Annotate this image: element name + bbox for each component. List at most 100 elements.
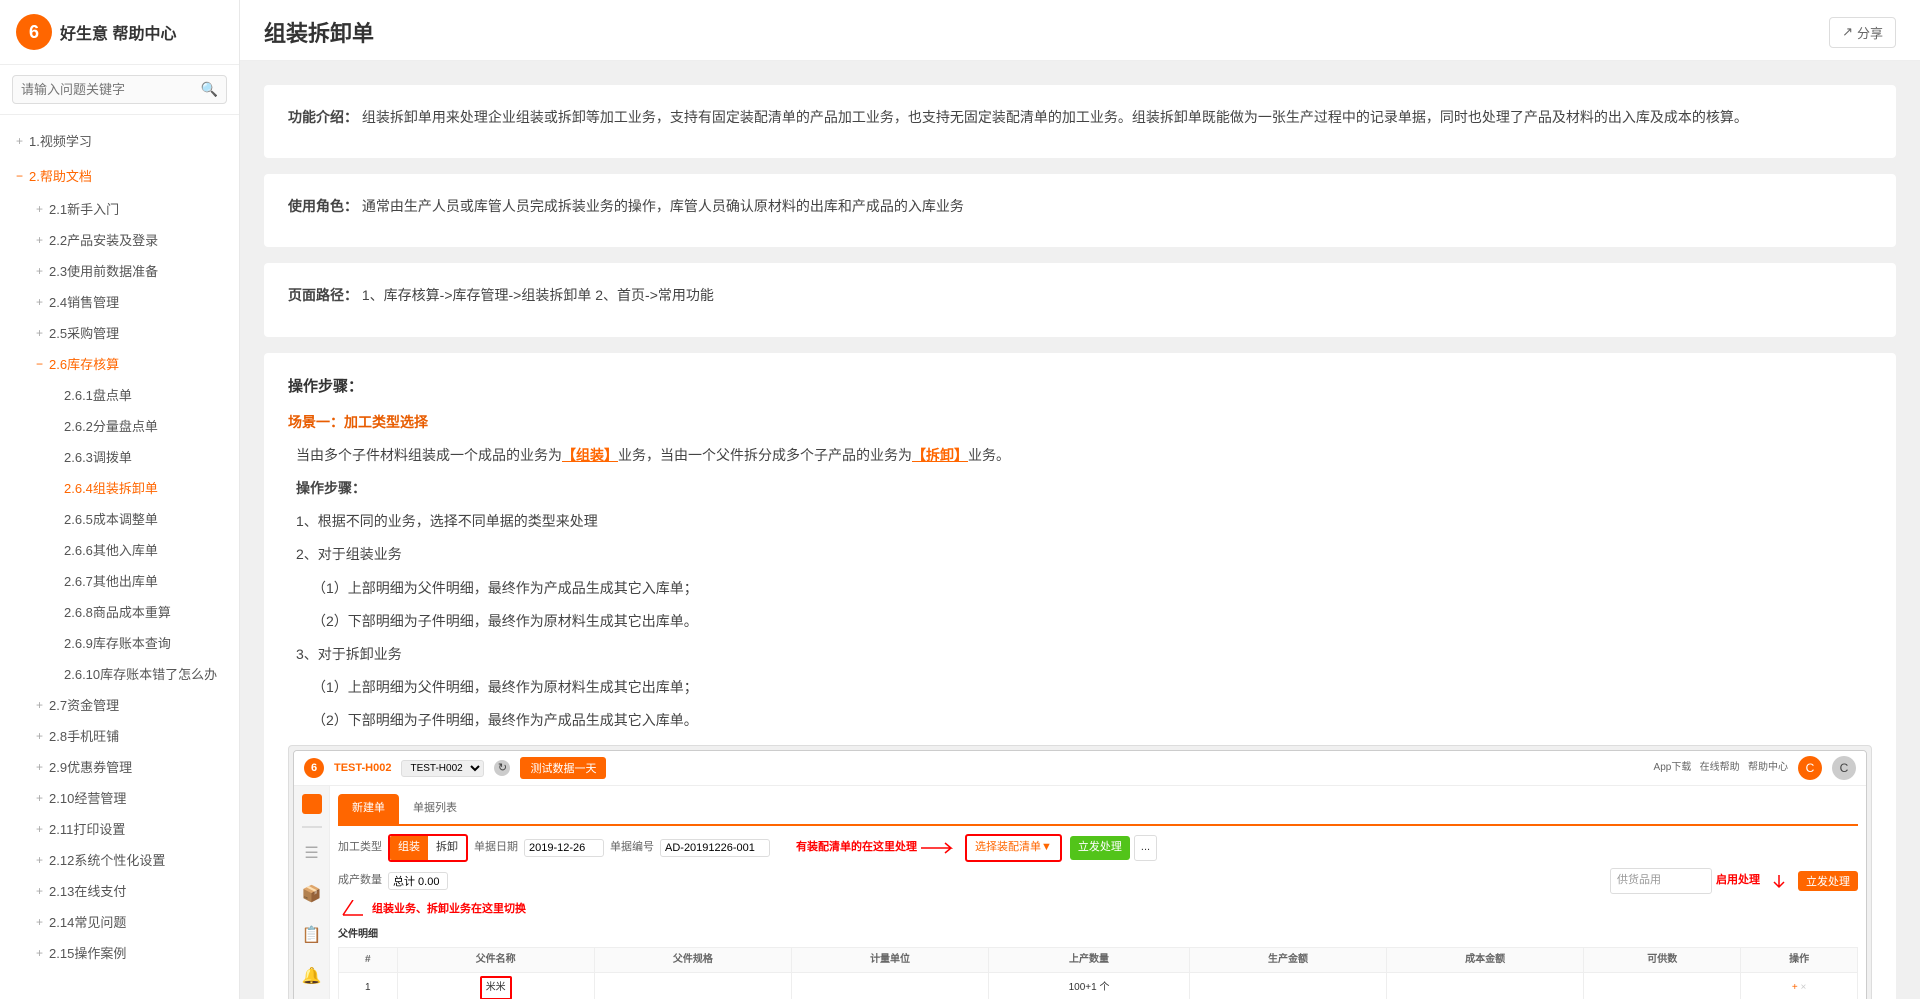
mock-th-available: 可供数 bbox=[1584, 947, 1741, 972]
sidebar-item-2-12[interactable]: + 2.12系统个性化设置 bbox=[28, 844, 239, 875]
mock-date-label: 单据日期 bbox=[474, 838, 518, 858]
mock-th-actions: 操作 bbox=[1741, 947, 1858, 972]
mock-th-num: # bbox=[339, 947, 398, 972]
mock-td-avail-val bbox=[1584, 972, 1741, 999]
step2-2: （2）下部明细为子件明细，最终作为原材料生成其它出库单。 bbox=[288, 609, 1872, 634]
sidebar-item-2-14[interactable]: + 2.14常见问题 bbox=[28, 906, 239, 937]
plus-icon-2-10: + bbox=[36, 791, 43, 805]
mock-tab-new[interactable]: 新建单 bbox=[338, 794, 399, 824]
mock-delete-icon[interactable]: × bbox=[1800, 982, 1806, 993]
plus-icon-2-8: + bbox=[36, 729, 43, 743]
sidebar-item-2-10[interactable]: + 2.10经营管理 bbox=[28, 782, 239, 813]
sidebar-label-2-6-8: 2.6.8商品成本重算 bbox=[64, 602, 171, 621]
app-logo: 6 bbox=[16, 14, 52, 50]
plus-icon-2-12: + bbox=[36, 853, 43, 867]
sidebar-item-2-6-9[interactable]: 2.6.9库存账本查询 bbox=[56, 627, 239, 658]
mock-affirm-btn[interactable]: 立发处理 bbox=[1070, 836, 1130, 860]
nav-area: + 1.视频学习 − 2.帮助文档 + 2.1新手入门 + 2.2产品安装及登录… bbox=[0, 115, 239, 999]
step1: 1、根据不同的业务，选择不同单据的类型来处理 bbox=[288, 509, 1872, 534]
mock-date-input[interactable] bbox=[524, 839, 604, 857]
search-area: 🔍 bbox=[0, 65, 239, 115]
step2-1: （1）上部明细为父件明细，最终作为产成品生成其它入库单； bbox=[288, 576, 1872, 601]
share-button[interactable]: ↗ 分享 bbox=[1829, 17, 1896, 48]
mock-th-qty: 上产数量 bbox=[989, 947, 1190, 972]
sidebar-item-2-9[interactable]: + 2.9优惠券管理 bbox=[28, 751, 239, 782]
mock-form-row1: 加工类型 组装 拆卸 单据日期 单据编号 bbox=[338, 834, 1858, 862]
nav-sub-2-6: 2.6.1盘点单 2.6.2分量盘点单 2.6.3调拨单 2.6.4组装拆卸单 … bbox=[28, 379, 239, 689]
mock-type-assemble[interactable]: 组装 bbox=[390, 836, 428, 860]
sidebar-item-2-11[interactable]: + 2.11打印设置 bbox=[28, 813, 239, 844]
mock-th-parent-name: 父件名称 bbox=[397, 947, 594, 972]
mock-th-prod-amount: 生产金额 bbox=[1189, 947, 1386, 972]
search-input[interactable] bbox=[21, 82, 201, 97]
table-row: 1 米米 100+1 个 bbox=[339, 972, 1858, 999]
mock-add-icon[interactable]: + bbox=[1792, 982, 1798, 993]
plus-icon-2-9: + bbox=[36, 760, 43, 774]
role-text: 使用角色： 通常由生产人员或库管人员完成拆装业务的操作，库管人员确认原材料的出库… bbox=[288, 194, 1872, 219]
sidebar-item-2-13[interactable]: + 2.13在线支付 bbox=[28, 875, 239, 906]
mock-select-assemble-btn[interactable]: 选择装配清单▼ bbox=[965, 834, 1062, 862]
sidebar-item-2-6-3[interactable]: 2.6.3调拨单 bbox=[56, 441, 239, 472]
steps-title: 操作步骤： bbox=[288, 476, 1872, 501]
sidebar-label-2-11: 2.11打印设置 bbox=[49, 819, 125, 838]
operations-title: 操作步骤： bbox=[288, 373, 1872, 400]
path-title-label: 页面路径： bbox=[288, 287, 358, 303]
sidebar-item-2-5[interactable]: + 2.5采购管理 bbox=[28, 317, 239, 348]
mock-company-select[interactable]: TEST-H002 bbox=[401, 760, 484, 777]
main-content: 组装拆卸单 ↗ 分享 功能介绍： 组装拆卸单用来处理企业组装或拆卸等加工业务，支… bbox=[240, 0, 1920, 999]
sidebar-item-2-6-4[interactable]: 2.6.4组装拆卸单 bbox=[56, 472, 239, 503]
sidebar-label-2-4: 2.4销售管理 bbox=[49, 292, 119, 311]
sidebar-item-2-6-7[interactable]: 2.6.7其他出库单 bbox=[56, 565, 239, 596]
sidebar-item-2-6[interactable]: − 2.6库存核算 bbox=[28, 348, 239, 379]
search-box[interactable]: 🔍 bbox=[12, 75, 227, 104]
mock-no-input[interactable] bbox=[660, 839, 770, 857]
sidebar: 6 好生意 帮助中心 🔍 + 1.视频学习 − 2.帮助文档 + 2.1新手入门… bbox=[0, 0, 240, 999]
mock-upper-table: # 父件名称 父件规格 计量单位 上产数量 生产金额 成本金额 可供数 bbox=[338, 947, 1858, 999]
sidebar-item-2-8[interactable]: + 2.8手机旺铺 bbox=[28, 720, 239, 751]
sidebar-item-docs[interactable]: − 2.帮助文档 bbox=[0, 158, 239, 193]
search-icon[interactable]: 🔍 bbox=[201, 81, 218, 98]
plus-icon-2-4: + bbox=[36, 295, 43, 309]
mock-more-btn[interactable]: ... bbox=[1134, 835, 1157, 861]
sidebar-item-2-7[interactable]: + 2.7资金管理 bbox=[28, 689, 239, 720]
mock-tab-list[interactable]: 单据列表 bbox=[399, 794, 471, 824]
sidebar-item-2-1[interactable]: + 2.1新手入门 bbox=[28, 193, 239, 224]
mock-upper-header-row: # 父件名称 父件规格 计量单位 上产数量 生产金额 成本金额 可供数 bbox=[339, 947, 1858, 972]
mock-annotation-assemble: 有装配清单的在这里处理 选择装配清单▼ 立发处理 ... bbox=[796, 834, 1157, 862]
mock-form-header: 加工类型 组装 拆卸 单据日期 单据编号 bbox=[338, 834, 1858, 920]
sidebar-item-2-6-8[interactable]: 2.6.8商品成本重算 bbox=[56, 596, 239, 627]
sidebar-label-2-6-10: 2.6.10库存账本错了怎么办 bbox=[64, 664, 217, 683]
mock-company: TEST-H002 bbox=[334, 759, 391, 779]
mock-upper-thead: # 父件名称 父件规格 计量单位 上产数量 生产金额 成本金额 可供数 bbox=[339, 947, 1858, 972]
path-body: 1、库存核算->库存管理->组装拆卸单 2、首页->常用功能 bbox=[362, 287, 714, 303]
mock-num-label: 成产数量 bbox=[338, 871, 382, 891]
sidebar-item-2-6-2[interactable]: 2.6.2分量盘点单 bbox=[56, 410, 239, 441]
sidebar-item-2-15[interactable]: + 2.15操作案例 bbox=[28, 937, 239, 968]
mock-icon4: 📋 bbox=[302, 922, 322, 951]
intro-card: 功能介绍： 组装拆卸单用来处理企业组装或拆卸等加工业务，支持有固定装配清单的产品… bbox=[264, 85, 1896, 158]
plus-icon-2-7: + bbox=[36, 698, 43, 712]
role-card: 使用角色： 通常由生产人员或库管人员完成拆装业务的操作，库管人员确认原材料的出库… bbox=[264, 174, 1896, 247]
mock-enable-btn[interactable]: 立发处理 bbox=[1798, 871, 1858, 891]
mock-test-data-btn[interactable]: 测试数据一天 bbox=[520, 757, 606, 779]
sidebar-item-2-6-1[interactable]: 2.6.1盘点单 bbox=[56, 379, 239, 410]
mock-type-disassemble[interactable]: 拆卸 bbox=[428, 836, 466, 860]
logo-area: 6 好生意 帮助中心 bbox=[0, 0, 239, 65]
annotation2-arrow bbox=[338, 900, 368, 920]
mock-num-input[interactable] bbox=[388, 872, 448, 890]
sidebar-item-2-6-6[interactable]: 2.6.6其他入库单 bbox=[56, 534, 239, 565]
step2: 2、对于组装业务 bbox=[288, 542, 1872, 567]
sidebar-item-2-6-10[interactable]: 2.6.10库存账本错了怎么办 bbox=[56, 658, 239, 689]
mock-divider bbox=[302, 826, 322, 828]
operations-card: 操作步骤： 场景一：加工类型选择 当由多个子件材料组装成一个成品的业务为【组装】… bbox=[264, 353, 1896, 999]
page-header: 组装拆卸单 ↗ 分享 bbox=[240, 0, 1920, 61]
sidebar-item-2-3[interactable]: + 2.3使用前数据准备 bbox=[28, 255, 239, 286]
sidebar-item-2-6-5[interactable]: 2.6.5成本调整单 bbox=[56, 503, 239, 534]
path-card: 页面路径： 1、库存核算->库存管理->组装拆卸单 2、首页->常用功能 bbox=[264, 263, 1896, 336]
sidebar-label-2-6-2: 2.6.2分量盘点单 bbox=[64, 416, 158, 435]
plus-icon-2-11: + bbox=[36, 822, 43, 836]
sidebar-item-video[interactable]: + 1.视频学习 bbox=[0, 123, 239, 158]
mock-td-spec bbox=[594, 972, 791, 999]
sidebar-item-2-4[interactable]: + 2.4销售管理 bbox=[28, 286, 239, 317]
sidebar-item-2-2[interactable]: + 2.2产品安装及登录 bbox=[28, 224, 239, 255]
